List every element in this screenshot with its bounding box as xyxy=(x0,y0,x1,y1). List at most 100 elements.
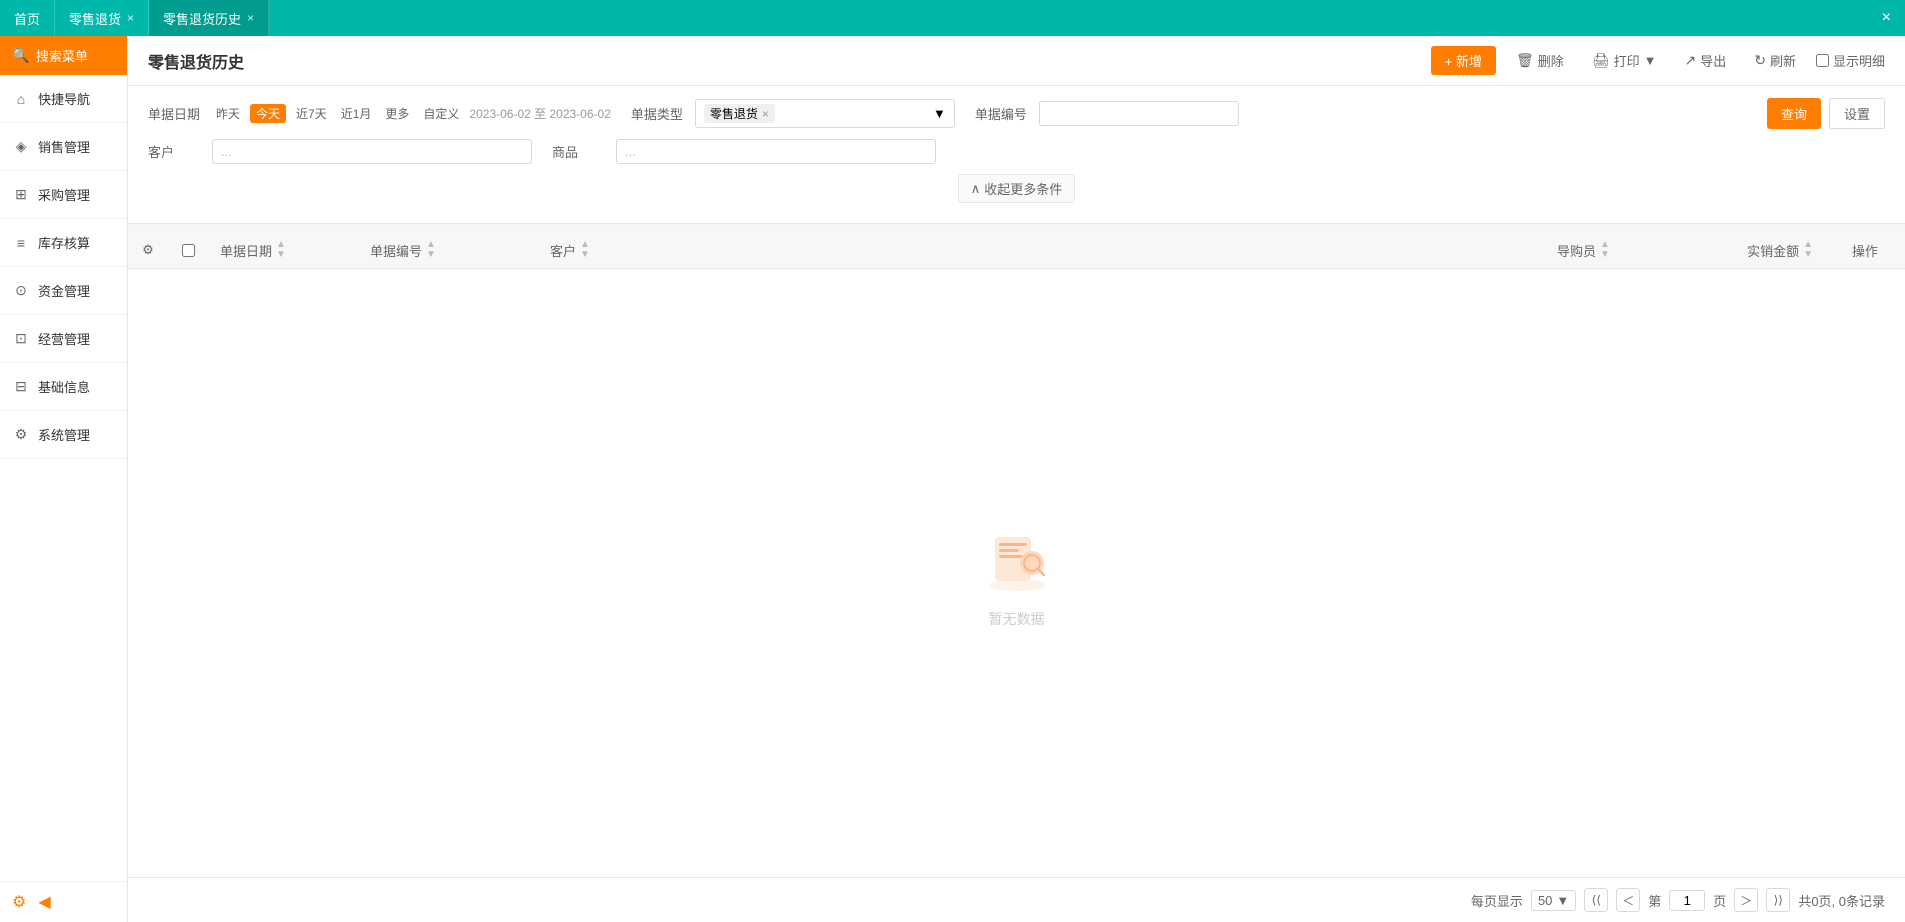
top-tab-label: 零售退货 xyxy=(69,9,121,28)
total-label: 共0页, 0条记录 xyxy=(1798,891,1885,910)
sidebar-item-icon: ⊡ xyxy=(12,330,30,348)
tab-close-button[interactable]: × xyxy=(247,11,254,25)
per-page-dropdown-icon: ▼ xyxy=(1556,893,1569,908)
no-filter: 单据编号 xyxy=(975,101,1239,126)
filter-area: 单据日期 昨天今天近7天近1月更多自定义 2023-06-02 至 2023-06… xyxy=(128,86,1905,224)
sidebar-item-label: 快捷导航 xyxy=(38,89,90,108)
collapse-icon[interactable]: ◀ xyxy=(38,892,50,912)
settings-icon[interactable]: ⚙ xyxy=(12,892,26,912)
content-area: 零售退货历史 + 新增 🗑 删除 🖨 打印 ▼ ↗ 导出 ↻ xyxy=(128,36,1905,922)
no-input[interactable] xyxy=(1039,101,1239,126)
date-shortcut-更多[interactable]: 更多 xyxy=(381,104,413,123)
sidebar-item-快捷导航[interactable]: ⌂快捷导航 xyxy=(0,75,127,123)
top-tab-label: 首页 xyxy=(14,9,40,28)
customer-sort[interactable]: ▲▼ xyxy=(580,240,590,260)
th-date[interactable]: 单据日期 ▲▼ xyxy=(208,240,358,260)
date-shortcut-近1月[interactable]: 近1月 xyxy=(337,104,376,123)
th-guide[interactable]: 导购员 ▲▼ xyxy=(1545,240,1705,260)
display-detail-checkbox[interactable] xyxy=(1816,54,1829,67)
top-tab[interactable]: 零售退货历史 × xyxy=(149,0,269,36)
th-action-label: 操作 xyxy=(1852,241,1878,260)
settings-button[interactable]: 设置 xyxy=(1829,98,1885,129)
no-sort[interactable]: ▲▼ xyxy=(426,240,436,260)
date-filter: 单据日期 昨天今天近7天近1月更多自定义 2023-06-02 至 2023-06… xyxy=(148,104,611,123)
tab-close-button[interactable]: × xyxy=(127,11,134,25)
date-range-display: 2023-06-02 至 2023-06-02 xyxy=(469,105,610,122)
guide-sort[interactable]: ▲▼ xyxy=(1600,240,1610,260)
th-no-label: 单据编号 xyxy=(370,241,422,260)
empty-state: 暂无数据 xyxy=(128,269,1905,877)
type-tag-close[interactable]: × xyxy=(762,107,769,121)
top-tab[interactable]: 首页 xyxy=(0,0,55,36)
top-bar: 首页 零售退货 × 零售退货历史 × × xyxy=(0,0,1905,36)
date-sort[interactable]: ▲▼ xyxy=(276,240,286,260)
sidebar-item-icon: ◈ xyxy=(12,138,30,156)
print-button[interactable]: 🖨 打印 ▼ xyxy=(1584,47,1665,74)
date-shortcut-今天[interactable]: 今天 xyxy=(250,104,286,123)
next-page-button[interactable]: ＞ xyxy=(1734,888,1758,912)
page-unit-label: 页 xyxy=(1713,891,1726,910)
filter-row-2: 客户 ... 商品 ... xyxy=(148,139,1885,164)
sidebar-item-资金管理[interactable]: ⊙资金管理 xyxy=(0,267,127,315)
sidebar-item-icon: ⚙ xyxy=(12,426,30,444)
delete-button[interactable]: 🗑 删除 xyxy=(1508,47,1572,74)
filter-row-1: 单据日期 昨天今天近7天近1月更多自定义 2023-06-02 至 2023-06… xyxy=(148,98,1885,129)
sidebar-search-label: 搜索菜单 xyxy=(36,46,88,65)
goods-input[interactable]: ... xyxy=(616,139,936,164)
last-page-button[interactable]: ⟩⟩ xyxy=(1766,888,1790,912)
top-tab[interactable]: 零售退货 × xyxy=(55,0,149,36)
date-shortcut-昨天[interactable]: 昨天 xyxy=(212,104,244,123)
print-icon: 🖨 xyxy=(1592,52,1610,69)
date-shortcut-近7天[interactable]: 近7天 xyxy=(292,104,331,123)
page-number-input[interactable] xyxy=(1669,890,1705,911)
sidebar-item-库存核算[interactable]: ≡库存核算 xyxy=(0,219,127,267)
add-button[interactable]: + 新增 xyxy=(1431,46,1496,75)
page-label: 第 xyxy=(1648,891,1661,910)
th-customer[interactable]: 客户 ▲▼ xyxy=(538,240,1545,260)
th-no[interactable]: 单据编号 ▲▼ xyxy=(358,240,538,260)
sidebar-item-icon: ⊟ xyxy=(12,378,30,396)
sidebar-item-经营管理[interactable]: ⊡经营管理 xyxy=(0,315,127,363)
sidebar-item-销售管理[interactable]: ◈销售管理 xyxy=(0,123,127,171)
type-select[interactable]: 零售退货 × ▼ xyxy=(695,99,955,128)
sidebar-search[interactable]: 🔍 搜索菜单 xyxy=(0,36,127,75)
customer-input[interactable]: ... xyxy=(212,139,532,164)
date-label: 单据日期 xyxy=(148,104,204,123)
sidebar-item-系统管理[interactable]: ⚙系统管理 xyxy=(0,411,127,459)
search-icon: 🔍 xyxy=(12,47,30,65)
th-amount[interactable]: 实销金额 ▲▼ xyxy=(1705,240,1825,260)
page-title: 零售退货历史 xyxy=(148,49,244,73)
customer-filter: 客户 ... xyxy=(148,139,532,164)
sidebar-bottom: ⚙ ◀ xyxy=(0,881,127,922)
display-detail-toggle[interactable]: 显示明细 xyxy=(1816,51,1885,70)
refresh-icon: ↻ xyxy=(1754,52,1766,69)
type-filter: 单据类型 零售退货 × ▼ xyxy=(631,99,955,128)
window-close-button[interactable]: × xyxy=(1868,9,1905,27)
top-tab-label: 零售退货历史 xyxy=(163,9,241,28)
amount-sort[interactable]: ▲▼ xyxy=(1803,240,1813,260)
th-guide-label: 导购员 xyxy=(1557,241,1596,260)
first-page-button[interactable]: ⟨⟨ xyxy=(1584,888,1608,912)
sidebar-item-label: 库存核算 xyxy=(38,233,90,252)
type-tag: 零售退货 × xyxy=(704,104,775,123)
refresh-button[interactable]: ↻ 刷新 xyxy=(1746,47,1804,74)
collapse-filter-button[interactable]: ∧ 收起更多条件 xyxy=(958,174,1076,203)
sidebar-item-icon: ⊞ xyxy=(12,186,30,204)
th-settings[interactable]: ⚙ xyxy=(128,242,168,258)
no-label: 单据编号 xyxy=(975,104,1031,123)
query-button[interactable]: 查询 xyxy=(1767,98,1821,129)
sidebar-item-label: 采购管理 xyxy=(38,185,90,204)
date-shortcut-自定义[interactable]: 自定义 xyxy=(419,104,463,123)
type-label: 单据类型 xyxy=(631,104,687,123)
select-all-checkbox[interactable] xyxy=(182,244,195,257)
sidebar-item-采购管理[interactable]: ⊞ 采购管理 xyxy=(0,171,127,219)
prev-page-button[interactable]: ＜ xyxy=(1616,888,1640,912)
settings-gear-icon[interactable]: ⚙ xyxy=(142,242,154,258)
export-icon: ↗ xyxy=(1684,52,1696,69)
per-page-select[interactable]: 50 ▼ xyxy=(1531,890,1576,911)
main-layout: 🔍 搜索菜单 ⌂快捷导航◈销售管理 ⊞ 采购管理 ≡库存核算⊙资金管理⊡经营管理⊟基础… xyxy=(0,36,1905,922)
th-customer-label: 客户 xyxy=(550,241,576,260)
export-button[interactable]: ↗ 导出 xyxy=(1676,47,1734,74)
sidebar-item-基础信息[interactable]: ⊟基础信息 xyxy=(0,363,127,411)
th-checkbox[interactable] xyxy=(168,244,208,257)
